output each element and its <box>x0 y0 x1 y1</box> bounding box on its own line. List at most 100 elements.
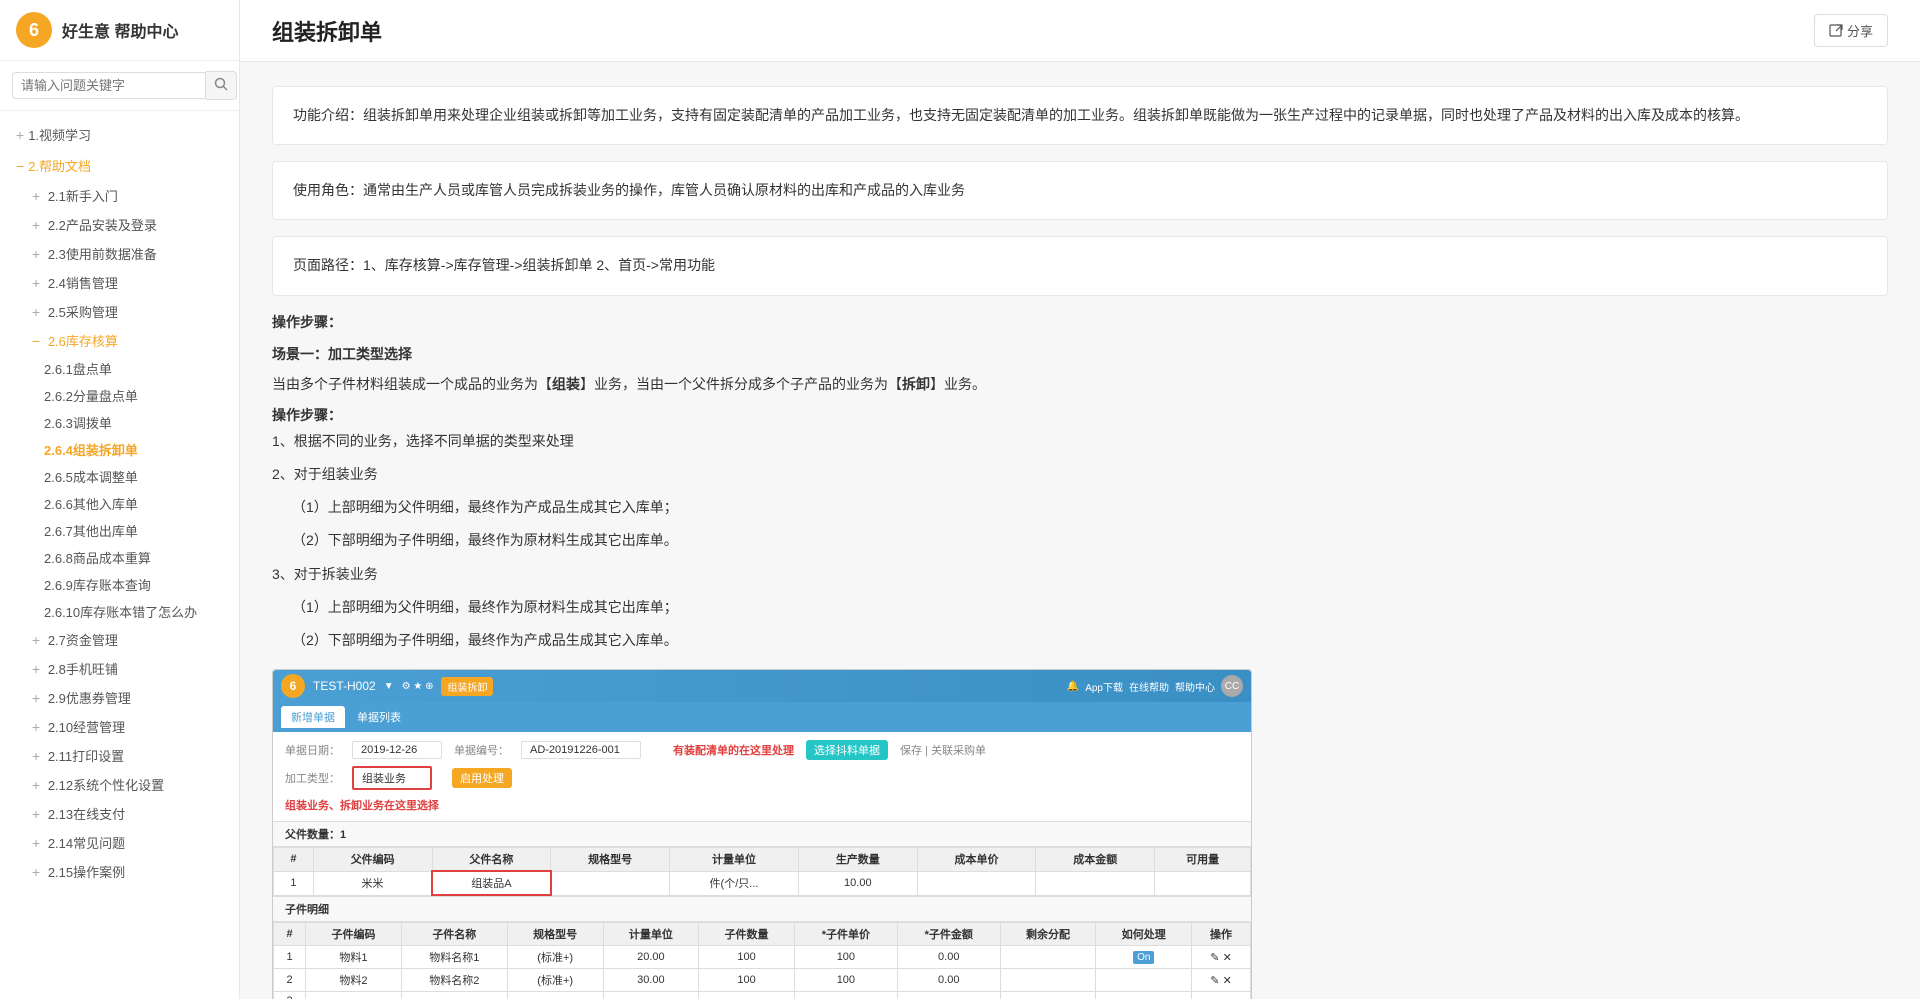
sidebar-item-assembly[interactable]: 2.6.4组装拆卸单 <box>0 436 239 463</box>
ss-topbar-icons: 🔔App下载在线帮助帮助中心 CC <box>1067 675 1243 697</box>
ss-child-col-name: 子件名称 <box>401 923 507 946</box>
main-header: 组装拆卸单 分享 <box>240 0 1920 62</box>
plus-icon14: + <box>32 835 40 851</box>
ss-child-col-unit-cost: *子件单价 <box>794 923 897 946</box>
sidebar-item-print[interactable]: + 2.11打印设置 <box>0 741 239 770</box>
step3-1-text: （1）上部明细为父件明细，最终作为原材料生成其它出库单； <box>272 595 1888 620</box>
sidebar-item-ledger-fix[interactable]: 2.6.10库存账本错了怎么办 <box>0 598 239 625</box>
step2-text: 2、对于组装业务 <box>272 462 1888 487</box>
ss-child-row-2: 2 物料2 物料名称2 (标准+) 30.00 100 100 0.00 ✎ ✕ <box>274 969 1251 992</box>
sidebar-item-cases[interactable]: + 2.15操作案例 <box>0 857 239 886</box>
sidebar-item-helpdoc[interactable]: − 2.帮助文档 <box>0 150 239 181</box>
sidebar-item-transfer[interactable]: 2.6.3调拨单 <box>0 409 239 436</box>
plus-icon9: + <box>32 690 40 706</box>
plus-icon13: + <box>32 806 40 822</box>
sidebar-item-mobile[interactable]: + 2.8手机旺铺 <box>0 654 239 683</box>
sidebar-header: 6 好生意 帮助中心 <box>0 0 239 61</box>
sidebar-item-system[interactable]: + 2.12系统个性化设置 <box>0 770 239 799</box>
search-button[interactable] <box>206 71 237 100</box>
ss-col-goods-name: 父件名称 <box>432 848 551 872</box>
ss-parent-label: 父件数量：1 <box>273 822 1251 847</box>
role-box: 使用角色：通常由生产人员或库管人员完成拆装业务的操作，库管人员确认原材料的出库和… <box>272 161 1888 220</box>
plus-icon3: + <box>32 217 40 233</box>
plus-icon15: + <box>32 864 40 880</box>
ss-logo: 6 <box>281 674 305 698</box>
ss-form-header: 单据日期： 2019-12-26 单据编号： AD-20191226-001 有… <box>273 732 1251 822</box>
sidebar-item-cost-adjust[interactable]: 2.6.5成本调整单 <box>0 463 239 490</box>
step3-text: 3、对于拆装业务 <box>272 562 1888 587</box>
plus-icon7: + <box>32 632 40 648</box>
ss-col-goods-code: 父件编码 <box>313 848 432 872</box>
sidebar-item-other-in[interactable]: 2.6.6其他入库单 <box>0 490 239 517</box>
sidebar: 6 好生意 帮助中心 + 1.视频学习 − 2.帮助文档 + 2.1新手入门 + <box>0 0 240 999</box>
ss-col-spec: 规格型号 <box>551 848 670 872</box>
plus-icon2: + <box>32 188 40 204</box>
sidebar-item-finance[interactable]: + 2.7资金管理 <box>0 625 239 654</box>
ss-nav-icons: ⚙ ★ ⊕ <box>402 681 434 692</box>
scene-desc: 当由多个子件材料组装成一个成品的业务为【组装】业务，当由一个父件拆分成多个子产品… <box>272 372 1888 397</box>
scene-title: 场景一：加工类型选择 <box>272 344 1888 364</box>
minus-icon2: − <box>32 333 40 349</box>
ss-on-badge: On <box>1133 951 1154 964</box>
step2-2-text: （2）下部明细为子件明细，最终作为原材料生成其它出库单。 <box>272 528 1888 553</box>
ss-titlebar: 6 TEST-H002 ▼ ⚙ ★ ⊕ 组装拆卸 🔔App下载在线帮助帮助中心 … <box>273 670 1251 702</box>
sidebar-item-other-out[interactable]: 2.6.7其他出库单 <box>0 517 239 544</box>
ss-col-cost: 成本单价 <box>917 848 1036 872</box>
sidebar-item-newbie[interactable]: + 2.1新手入门 <box>0 181 239 210</box>
sidebar-item-install[interactable]: + 2.2产品安装及登录 <box>0 210 239 239</box>
sidebar-item-biz-mgmt[interactable]: + 2.10经营管理 <box>0 712 239 741</box>
sidebar-item-partial-stocktake[interactable]: 2.6.2分量盘点单 <box>0 382 239 409</box>
ss-action-btn: 组装拆卸 <box>441 677 493 696</box>
path-desc: 页面路径：1、库存核算->库存管理->组装拆卸单 2、首页->常用功能 <box>293 253 1867 278</box>
ss-annotation-1: 有装配清单的在这里处理 <box>673 742 794 758</box>
ss-type-label: 加工类型： <box>285 770 340 786</box>
ss-title: TEST-H002 <box>313 679 376 693</box>
sidebar-item-online-pay[interactable]: + 2.13在线支付 <box>0 799 239 828</box>
ss-tab-new: 新增单据 <box>281 706 345 728</box>
ss-col-qty: 计量单位 <box>670 848 799 872</box>
ss-child-row-1: 1 物料1 物料名称1 (标准+) 20.00 100 100 0.00 On … <box>274 946 1251 969</box>
sidebar-item-video[interactable]: + 1.视频学习 <box>0 119 239 150</box>
ss-child-col-surplus: 剩余分配 <box>1000 923 1096 946</box>
sidebar-item-cost-recalc[interactable]: 2.6.8商品成本重算 <box>0 544 239 571</box>
ss-child-col-qty: 子件数量 <box>699 923 795 946</box>
ss-col-available: 可用量 <box>1155 848 1251 872</box>
nav-tree: + 1.视频学习 − 2.帮助文档 + 2.1新手入门 + 2.2产品安装及登录… <box>0 111 239 999</box>
sidebar-item-sales[interactable]: + 2.4销售管理 <box>0 268 239 297</box>
sidebar-item-purchase[interactable]: + 2.5采购管理 <box>0 297 239 326</box>
search-input[interactable] <box>12 72 206 99</box>
screenshot-area: 6 TEST-H002 ▼ ⚙ ★ ⊕ 组装拆卸 🔔App下载在线帮助帮助中心 … <box>272 669 1252 999</box>
ss-child-table: # 子件编码 子件名称 规格型号 计量单位 子件数量 *子件单价 *子件金额 剩… <box>273 922 1251 999</box>
ss-dropdown: ▼ <box>384 681 394 692</box>
sidebar-item-ledger-query[interactable]: 2.6.9库存账本查询 <box>0 571 239 598</box>
ss-child-col-seq: # <box>274 923 306 946</box>
share-button[interactable]: 分享 <box>1814 14 1888 47</box>
ss-parent-row-1: 1 米米 组装品A 件(个/只... 10.00 <box>274 871 1251 895</box>
sidebar-item-stocktake[interactable]: 2.6.1盘点单 <box>0 355 239 382</box>
ss-form-date-label: 单据日期： <box>285 742 340 758</box>
sidebar-item-faq[interactable]: + 2.14常见问题 <box>0 828 239 857</box>
sidebar-item-data-prep[interactable]: + 2.3使用前数据准备 <box>0 239 239 268</box>
ops-title: 操作步骤： <box>272 312 1888 332</box>
minus-icon: − <box>16 158 24 174</box>
sidebar-item-inventory[interactable]: − 2.6库存核算 <box>0 326 239 355</box>
scene-desc-text: 当由多个子件材料组装成一个成品的业务为【组装】业务，当由一个父件拆分成多个子产品… <box>272 376 986 392</box>
ss-type-value: 组装业务 <box>352 766 432 790</box>
ss-child-col-cost: *子件金额 <box>897 923 1000 946</box>
role-desc: 使用角色：通常由生产人员或库管人员完成拆装业务的操作，库管人员确认原材料的出库和… <box>293 178 1867 203</box>
plus-icon8: + <box>32 661 40 677</box>
sidebar-item-coupon[interactable]: + 2.9优惠券管理 <box>0 683 239 712</box>
ss-form-id: AD-20191226-001 <box>521 741 641 759</box>
ss-goods-input-highlight: 组装品A <box>471 878 511 890</box>
plus-icon4: + <box>32 246 40 262</box>
ss-col-seq: # <box>274 848 314 872</box>
ss-child-col-op: 操作 <box>1192 923 1251 946</box>
main-area: 组装拆卸单 分享 功能介绍：组装拆卸单用来处理企业组装或拆卸等加工业务，支持有固… <box>240 0 1920 999</box>
ss-annotation-2: 组装业务、拆卸业务在这里选择 <box>285 800 439 812</box>
ss-tab-list: 单据列表 <box>349 706 409 728</box>
ss-form-date: 2019-12-26 <box>352 741 442 759</box>
step1-text: 1、根据不同的业务，选择不同单据的类型来处理 <box>272 429 1888 454</box>
ss-child-row-3: 3 <box>274 992 1251 999</box>
ss-avatar: CC <box>1221 675 1243 697</box>
app-name: 好生意 帮助中心 <box>62 18 178 42</box>
